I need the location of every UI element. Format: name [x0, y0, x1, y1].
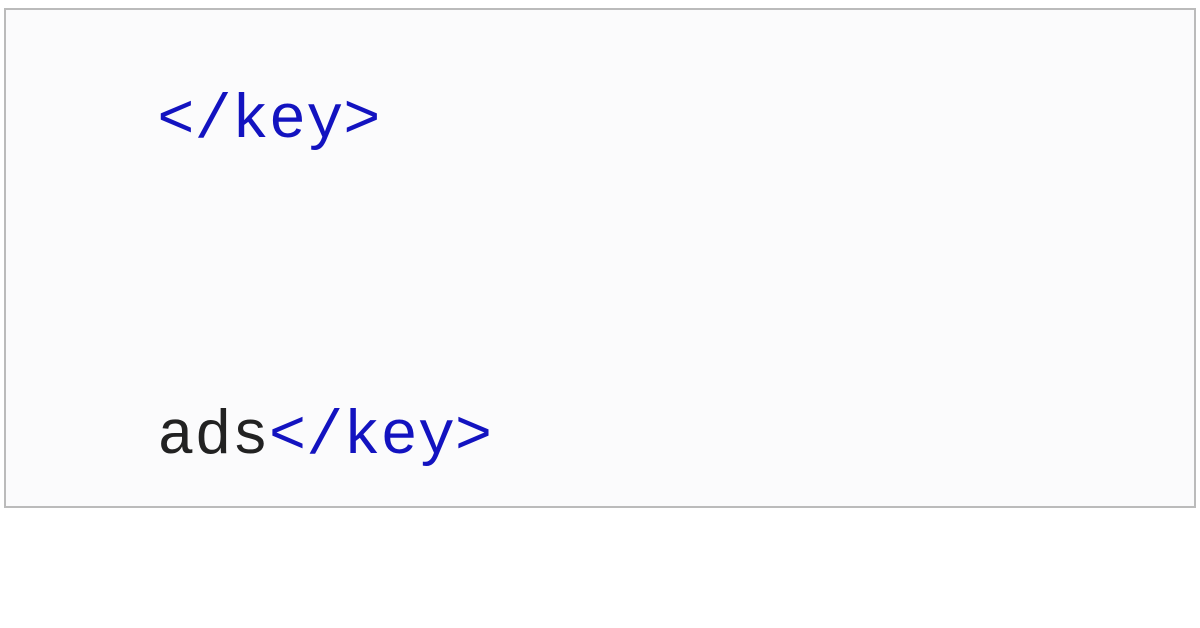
- line2-close-end: >: [455, 401, 492, 472]
- line2-content-fragment: ads: [157, 401, 269, 472]
- code-line-1: </key>: [4, 28, 1122, 214]
- line1-close-open: </: [157, 85, 231, 156]
- line1-close-end: >: [343, 85, 380, 156]
- line1-close-name: key: [232, 85, 344, 156]
- line2-close-open: </: [269, 401, 343, 472]
- code-snippet-box: </key> ads</key>: [4, 8, 1196, 508]
- blank-line: [6, 214, 1194, 344]
- line2-close-name: key: [343, 401, 455, 472]
- page: </key> ads</key>: [0, 0, 1200, 628]
- code-line-2: ads</key>: [4, 344, 1122, 508]
